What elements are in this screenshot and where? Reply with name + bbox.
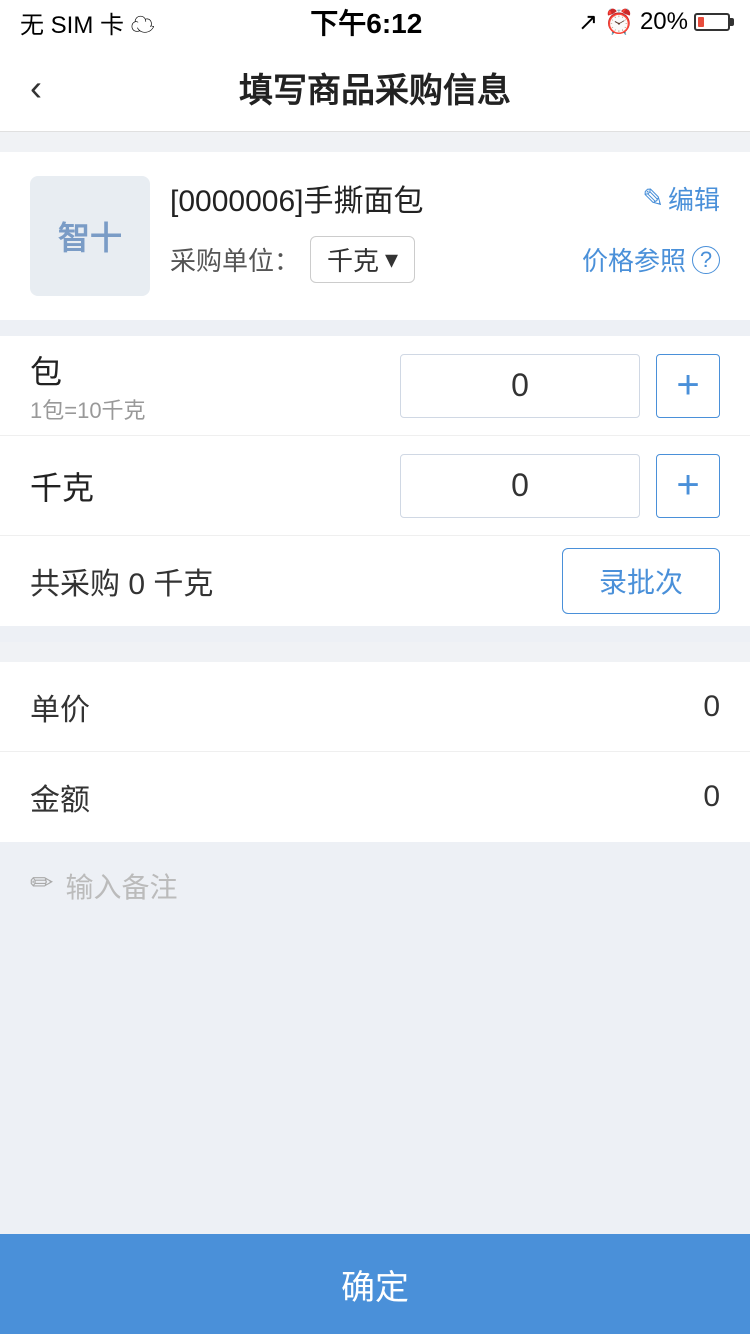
kg-input-row: 千克 0 + — [0, 436, 750, 536]
unit-value: 千克 — [327, 241, 379, 278]
unit-label: 采购单位： — [170, 241, 300, 278]
record-batch-button[interactable]: 录批次 — [562, 548, 720, 614]
product-name: [0000006]手撕面包 — [170, 176, 423, 220]
kg-input[interactable]: 0 — [400, 454, 640, 518]
back-button[interactable]: ‹ — [30, 67, 42, 109]
product-image: 智十 — [30, 176, 150, 296]
product-card: 智十 [0000006]手撕面包 ✎ 编辑 采购单位： 千克 ▾ — [0, 152, 750, 320]
pack-input[interactable]: 0 — [400, 354, 640, 418]
page-title: 填写商品采购信息 — [239, 63, 511, 112]
pack-label: 包 1包=10千克 — [30, 347, 190, 425]
pack-input-row: 包 1包=10千克 0 + — [0, 336, 750, 436]
battery-icon — [694, 13, 730, 31]
price-ref-button[interactable]: 价格参照 ? — [582, 241, 720, 278]
input-section: 包 1包=10千克 0 + 千克 0 + — [0, 336, 750, 536]
remark-placeholder: 输入备注 — [65, 866, 177, 906]
nav-bar: ‹ 填写商品采购信息 — [0, 44, 750, 132]
pack-plus-button[interactable]: + — [656, 354, 720, 418]
battery-percent: 20% — [640, 8, 688, 36]
help-icon: ? — [692, 246, 720, 274]
remark-section[interactable]: ✏ 输入备注 — [0, 842, 750, 930]
edit-button[interactable]: ✎ 编辑 — [642, 180, 720, 217]
confirm-button[interactable]: 确定 — [0, 1234, 750, 1334]
product-logo: 智十 — [58, 213, 122, 259]
edit-icon: ✎ — [642, 183, 664, 214]
amount-value: 0 — [703, 780, 720, 814]
unit-price-label: 单价 — [30, 685, 90, 729]
status-left: 无 SIM 卡 ☁ — [20, 5, 155, 40]
unit-price-row: 单价 0 — [0, 662, 750, 752]
price-section: 单价 0 金额 0 — [0, 662, 750, 842]
unit-selector[interactable]: 千克 ▾ — [310, 236, 415, 283]
status-bar: 无 SIM 卡 ☁ 下午6:12 ↗ ⏰ 20% — [0, 0, 750, 44]
sim-signal: 无 SIM 卡 ☁ — [20, 5, 155, 40]
amount-label: 金额 — [30, 775, 90, 819]
kg-plus-button[interactable]: + — [656, 454, 720, 518]
divider-1 — [0, 320, 750, 336]
location-icon: ↗ — [578, 8, 598, 37]
unit-price-value: 0 — [703, 690, 720, 724]
product-header: [0000006]手撕面包 ✎ 编辑 — [170, 176, 720, 220]
pack-unit-label: 1包=10千克 — [30, 393, 190, 425]
kg-label: 千克 — [30, 463, 190, 509]
status-right: ↗ ⏰ 20% — [578, 8, 730, 37]
product-info: [0000006]手撕面包 ✎ 编辑 采购单位： 千克 ▾ 价格参照 ? — [170, 176, 720, 283]
edit-label: 编辑 — [668, 180, 720, 217]
total-label: 共采购 0 千克 — [30, 559, 213, 603]
dropdown-icon: ▾ — [385, 244, 398, 275]
divider-2 — [0, 626, 750, 642]
alarm-icon: ⏰ — [604, 8, 634, 37]
pencil-icon: ✏ — [30, 866, 53, 899]
total-row: 共采购 0 千克 录批次 — [0, 536, 750, 626]
product-unit-row: 采购单位： 千克 ▾ 价格参照 ? — [170, 236, 720, 283]
price-ref-label: 价格参照 — [582, 241, 686, 278]
amount-row: 金额 0 — [0, 752, 750, 842]
status-time: 下午6:12 — [310, 2, 422, 42]
bottom-fill — [0, 930, 750, 1234]
